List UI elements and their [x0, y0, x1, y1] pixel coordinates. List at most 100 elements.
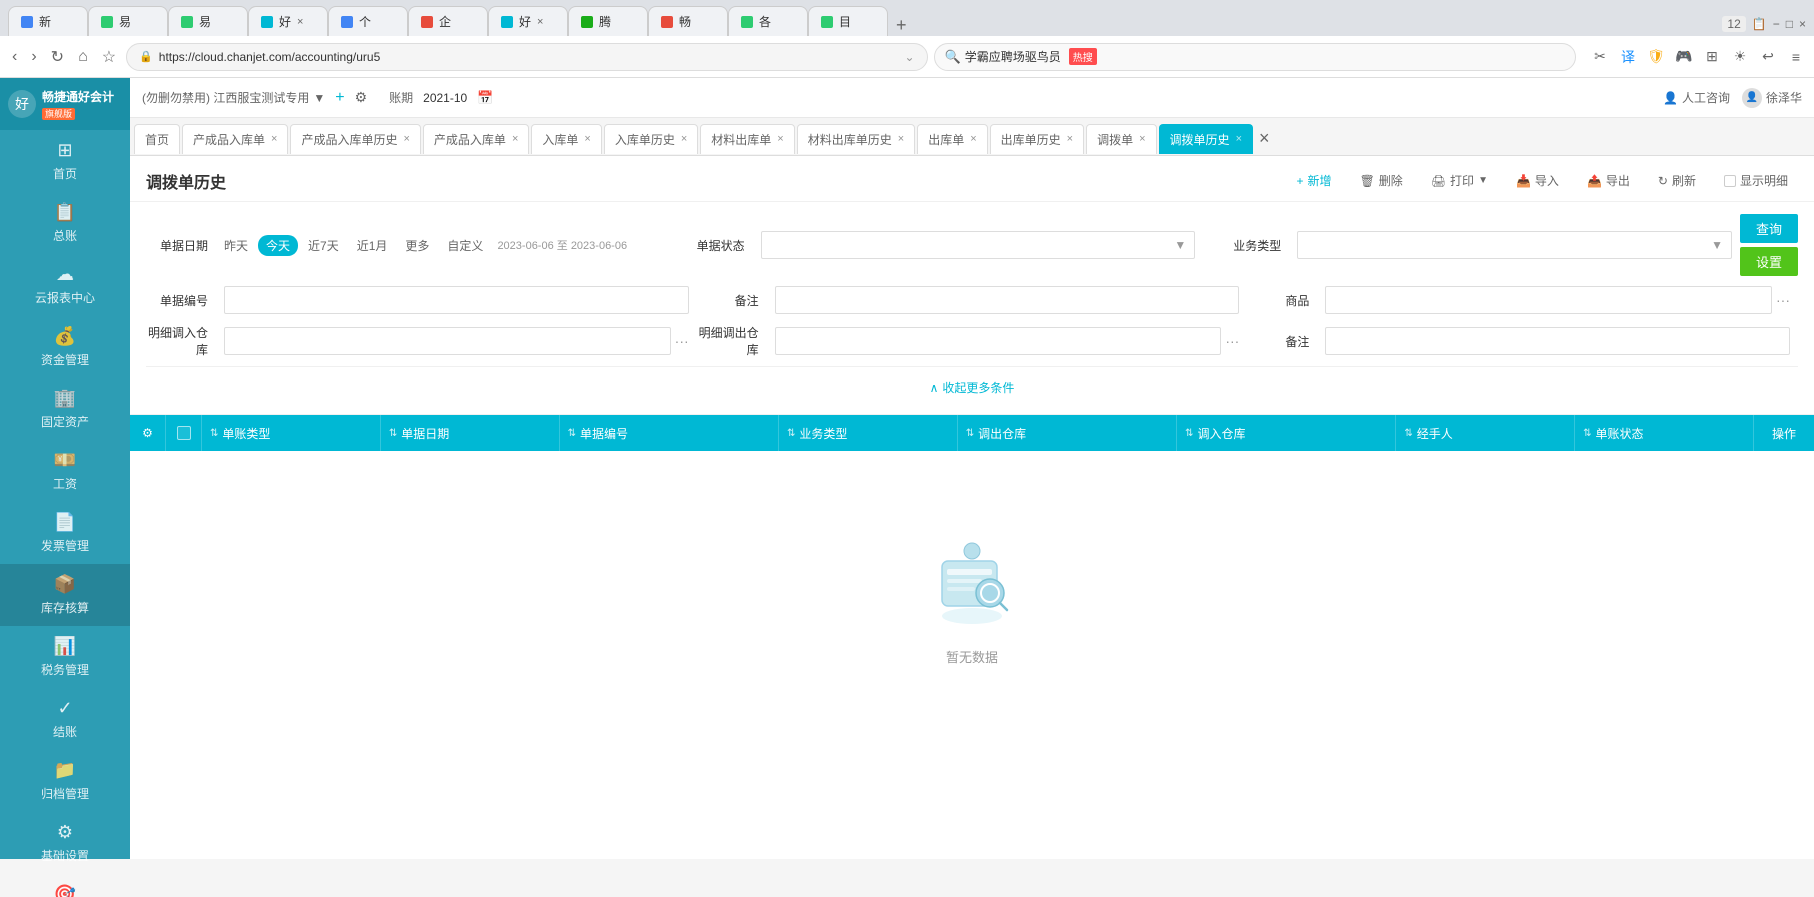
add-company-button[interactable]: + — [335, 89, 344, 107]
browser-tab-3[interactable]: 好 × — [248, 6, 328, 36]
address-bar[interactable]: 🔒 https://cloud.chanjet.com/accounting/u… — [126, 43, 928, 71]
browser-tab-1[interactable]: 易 — [88, 6, 168, 36]
browser-tab-9[interactable]: 各 — [728, 6, 808, 36]
add-button[interactable]: + 新增 — [1287, 168, 1342, 193]
page-tab-5[interactable]: 入库单历史 × — [604, 124, 698, 154]
page-tab-home[interactable]: 首页 — [134, 124, 180, 154]
minimize-icon[interactable]: − — [1773, 17, 1780, 31]
home-button[interactable]: ⌂ — [74, 44, 92, 70]
tab-manage-icon[interactable]: 📋 — [1752, 17, 1767, 31]
new-tab-button[interactable]: + — [888, 15, 915, 36]
th-in[interactable]: ⇅ 调入仓库 — [1177, 415, 1396, 451]
company-selector[interactable]: (勿删勿禁用) 江西服宝测试专用 ▼ — [142, 89, 325, 106]
collapse-button[interactable]: ∧ 收起更多条件 — [146, 373, 1798, 402]
close-window-icon[interactable]: × — [1799, 17, 1806, 31]
th-date[interactable]: ⇅ 单据日期 — [381, 415, 560, 451]
theme-icon[interactable]: ☀ — [1730, 47, 1750, 67]
date-btn-yesterday[interactable]: 昨天 — [216, 235, 256, 256]
sidebar-item-settings[interactable]: ⚙ 基础设置 — [0, 812, 130, 874]
query-button[interactable]: 查询 — [1740, 214, 1798, 243]
date-btn-7days[interactable]: 近7天 — [300, 235, 347, 256]
grid-icon[interactable]: ⊞ — [1702, 47, 1722, 67]
date-btn-more[interactable]: 更多 — [397, 235, 437, 256]
page-tab-11[interactable]: 调拨单历史 × — [1159, 124, 1253, 154]
sidebar-item-ledger[interactable]: 📋 总账 — [0, 192, 130, 254]
goods-more-icon[interactable]: ··· — [1776, 292, 1790, 308]
th-num[interactable]: ⇅ 单据编号 — [560, 415, 779, 451]
gear-settings-icon[interactable]: ⚙ — [355, 89, 368, 106]
page-tab-1[interactable]: 产成品入库单 × — [182, 124, 288, 154]
sidebar-item-guide[interactable]: 🎯 新手引导 — [0, 874, 130, 897]
sidebar-item-archive[interactable]: 📁 归档管理 — [0, 750, 130, 812]
delete-button[interactable]: 🗑 删除 — [1350, 168, 1413, 193]
browser-tab-0[interactable]: 新 — [8, 6, 88, 36]
calendar-icon[interactable]: 📅 — [477, 90, 493, 106]
page-tab-1-close[interactable]: × — [271, 133, 277, 145]
user-service[interactable]: 👤 人工咨询 — [1663, 89, 1730, 106]
th-type[interactable]: ⇅ 单账类型 — [202, 415, 381, 451]
page-tab-7[interactable]: 材料出库单历史 × — [797, 124, 915, 154]
page-tab-6-close[interactable]: × — [777, 133, 783, 145]
sidebar-item-funds[interactable]: 💰 资金管理 — [0, 316, 130, 378]
page-tab-9[interactable]: 出库单历史 × — [990, 124, 1084, 154]
th-settings[interactable]: ⚙ — [130, 415, 166, 451]
page-tab-2[interactable]: 产成品入库单历史 × — [290, 124, 420, 154]
sidebar-item-invoice[interactable]: 📄 发票管理 — [0, 502, 130, 564]
export-button[interactable]: 📤 导出 — [1577, 168, 1640, 193]
page-tab-3[interactable]: 产成品入库单 × — [423, 124, 529, 154]
sidebar-item-home[interactable]: ⊞ 首页 — [0, 130, 130, 192]
page-tab-4-close[interactable]: × — [584, 133, 590, 145]
back-button[interactable]: ‹ — [8, 44, 21, 70]
maximize-icon[interactable]: □ — [1786, 17, 1793, 31]
date-btn-1month[interactable]: 近1月 — [349, 235, 396, 256]
page-tab-7-close[interactable]: × — [898, 133, 904, 145]
scissors-icon[interactable]: ✂ — [1590, 47, 1610, 67]
page-tab-10[interactable]: 调拨单 × — [1086, 124, 1156, 154]
page-tab-8-close[interactable]: × — [970, 133, 976, 145]
undo-icon[interactable]: ↩ — [1758, 47, 1778, 67]
th-out[interactable]: ⇅ 调出仓库 — [958, 415, 1177, 451]
date-btn-today[interactable]: 今天 — [258, 235, 298, 256]
sidebar-item-inventory[interactable]: 📦 库存核算 — [0, 564, 130, 626]
detail-in-more-icon[interactable]: ··· — [675, 333, 689, 349]
page-tab-6[interactable]: 材料出库单 × — [700, 124, 794, 154]
refresh-button[interactable]: ↻ — [47, 43, 68, 71]
page-tab-3-close[interactable]: × — [512, 133, 518, 145]
date-btn-custom[interactable]: 自定义 — [439, 235, 491, 256]
shield-icon[interactable]: 🛡 — [1646, 47, 1666, 67]
th-status[interactable]: ⇅ 单账状态 — [1575, 415, 1754, 451]
display-detail-button[interactable]: 显示明细 — [1714, 168, 1798, 193]
game-icon[interactable]: 🎮 — [1674, 47, 1694, 67]
biz-type-filter-select[interactable]: ▼ — [1297, 231, 1732, 259]
header-checkbox[interactable] — [177, 426, 191, 440]
sidebar-item-close[interactable]: ✓ 结账 — [0, 688, 130, 750]
print-button[interactable]: 🖨 打印 ▼ — [1421, 168, 1498, 193]
page-tab-9-close[interactable]: × — [1067, 133, 1073, 145]
goods-filter-input[interactable] — [1325, 286, 1772, 314]
browser-tab-7[interactable]: 腾 — [568, 6, 648, 36]
browser-tab-10[interactable]: 目 — [808, 6, 888, 36]
th-checkbox[interactable] — [166, 415, 202, 451]
browser-tab-4[interactable]: 个 — [328, 6, 408, 36]
status-filter-select[interactable]: ▼ — [761, 231, 1196, 259]
tab-close-3[interactable]: × — [297, 16, 303, 28]
translate-icon[interactable]: 译 — [1618, 47, 1638, 67]
sidebar-item-tax[interactable]: 📊 税务管理 — [0, 626, 130, 688]
page-tab-10-close[interactable]: × — [1139, 133, 1145, 145]
voucher-num-input[interactable] — [224, 286, 689, 314]
tab-close-6[interactable]: × — [537, 16, 543, 28]
search-bar[interactable]: 🔍 学霸应聘场驱鸟员 热搜 — [934, 43, 1576, 71]
page-tab-11-close[interactable]: × — [1236, 133, 1242, 145]
menu-icon[interactable]: ≡ — [1786, 47, 1806, 67]
settings-button[interactable]: 设置 — [1740, 247, 1798, 276]
note-filter-input[interactable] — [775, 286, 1240, 314]
detail-out-input[interactable] — [775, 327, 1222, 355]
user-name[interactable]: 👤 徐泽华 — [1742, 88, 1802, 108]
detail-out-more-icon[interactable]: ··· — [1225, 333, 1239, 349]
detail-in-input[interactable] — [224, 327, 671, 355]
browser-tab-2[interactable]: 易 — [168, 6, 248, 36]
sidebar-item-reports[interactable]: ☁ 云报表中心 — [0, 254, 130, 316]
browser-tab-5[interactable]: 企 — [408, 6, 488, 36]
refresh-button-page[interactable]: ↻ 刷新 — [1648, 168, 1706, 193]
browser-tab-8[interactable]: 畅 — [648, 6, 728, 36]
